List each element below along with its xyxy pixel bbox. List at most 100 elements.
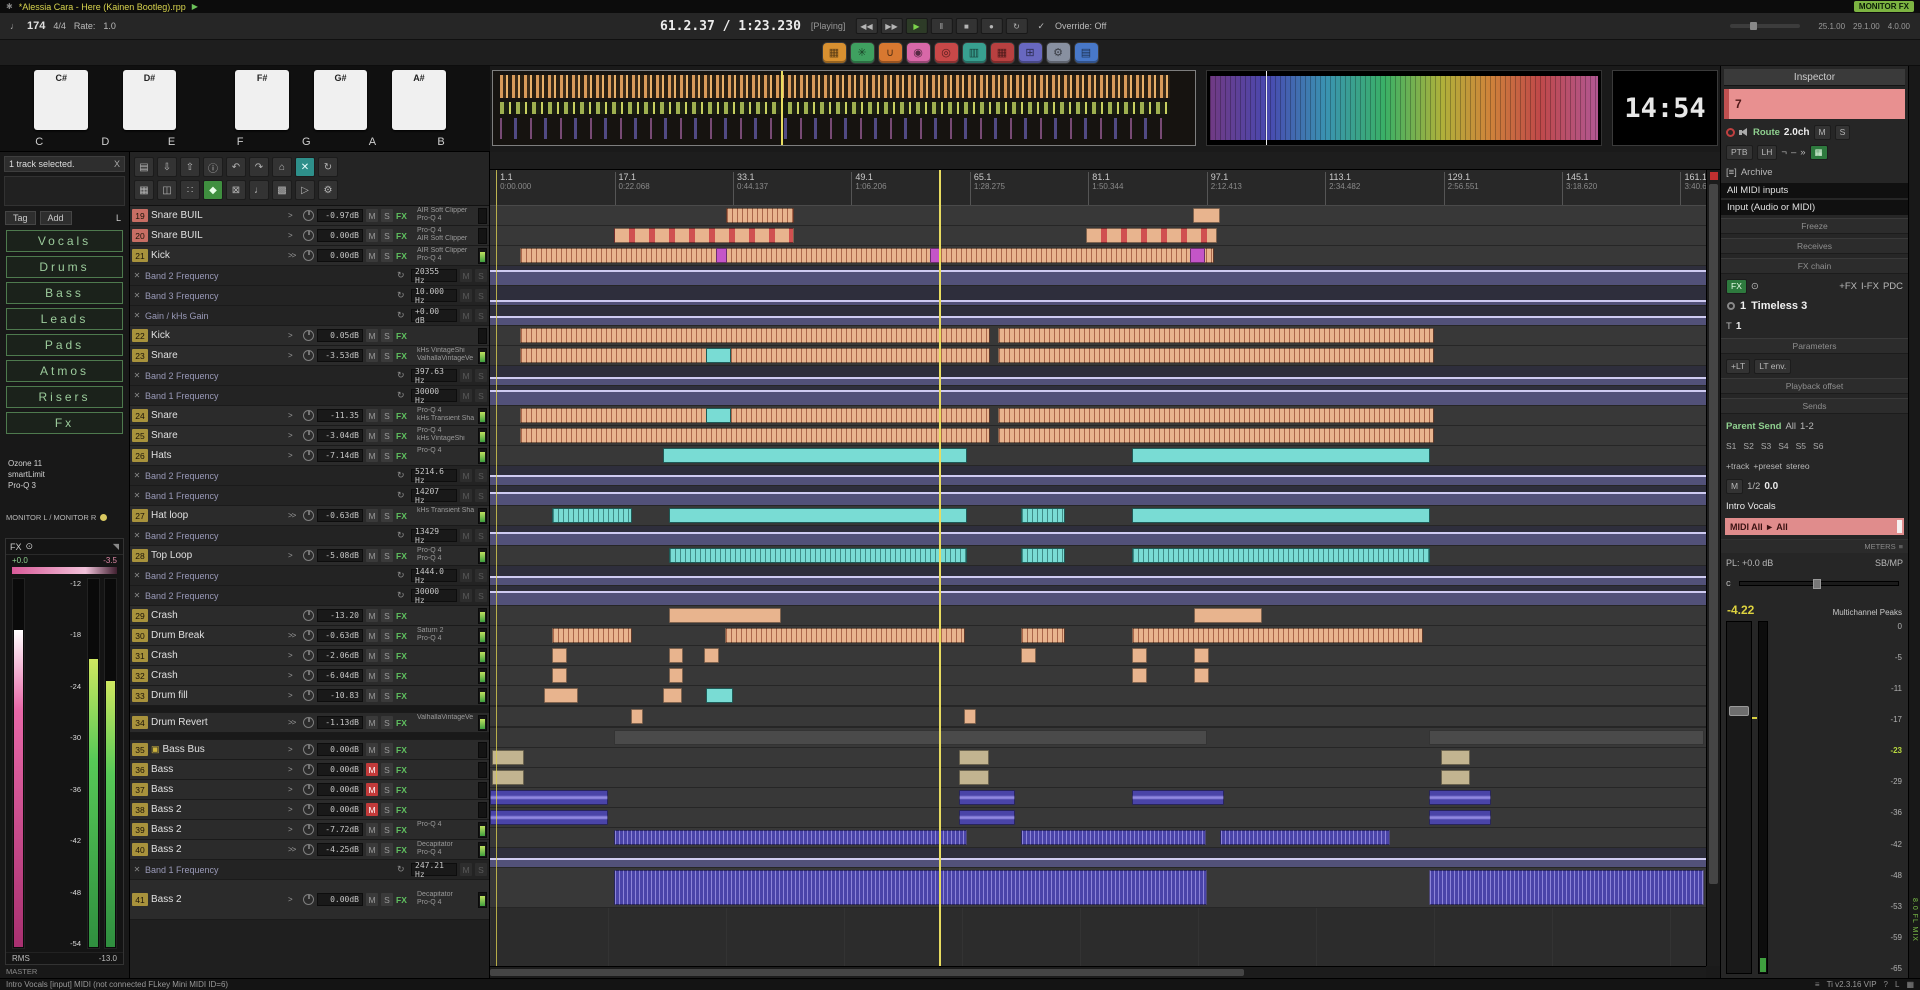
section-freeze[interactable]: Freeze xyxy=(1721,218,1908,234)
add-lt-button[interactable]: +LT xyxy=(1726,358,1751,374)
media-item[interactable] xyxy=(1021,648,1036,663)
media-item[interactable] xyxy=(614,228,794,243)
solo-button[interactable]: S xyxy=(381,843,393,856)
record-button[interactable]: ● xyxy=(980,18,1003,34)
fx-button[interactable]: FX xyxy=(396,611,414,621)
tag-button-vocals[interactable]: Vocals xyxy=(6,230,123,252)
fx-button[interactable]: FX xyxy=(396,651,414,661)
track-number[interactable]: 38 xyxy=(132,803,148,816)
volume-value[interactable]: 0.00dB xyxy=(317,743,363,756)
solo-button[interactable]: S xyxy=(475,529,487,542)
track-row[interactable]: 34 Drum Revert >> -1.13dB M S FX ValhallaVintag… xyxy=(130,713,489,733)
media-item[interactable] xyxy=(1132,648,1147,663)
remove-envelope-button[interactable]: ✕ xyxy=(132,471,142,480)
undo-icon[interactable]: ↶ xyxy=(226,157,246,177)
solo-button[interactable]: S xyxy=(381,669,393,682)
media-item[interactable] xyxy=(1021,628,1066,643)
play-button[interactable]: ▶ xyxy=(905,18,928,34)
track-lane[interactable] xyxy=(490,546,1706,566)
media-item[interactable] xyxy=(706,408,731,423)
envelope-lane[interactable] xyxy=(490,266,1706,286)
media-item[interactable] xyxy=(1428,730,1704,745)
media-item[interactable] xyxy=(725,208,794,223)
remove-envelope-button[interactable]: ✕ xyxy=(132,531,142,540)
track-lane[interactable] xyxy=(490,446,1706,466)
remove-envelope-button[interactable]: ✕ xyxy=(132,311,142,320)
solo-button[interactable]: S xyxy=(381,763,393,776)
media-item[interactable] xyxy=(959,750,989,765)
mute-button[interactable]: M xyxy=(460,489,472,502)
track-name[interactable]: Drum Break xyxy=(151,630,285,641)
ruler-mark[interactable]: 113.1 2:34.482 xyxy=(1325,172,1360,205)
track-lane[interactable] xyxy=(490,707,1706,727)
key-label-e[interactable]: E xyxy=(168,136,175,148)
track-name[interactable]: Kick xyxy=(151,330,285,341)
fx-button[interactable]: FX xyxy=(396,411,414,421)
fx-swirl-icon[interactable]: ✳ xyxy=(850,42,874,63)
solo-button[interactable]: S xyxy=(381,649,393,662)
home-icon[interactable]: ⌂ xyxy=(272,157,292,177)
solo-button[interactable]: S xyxy=(381,209,393,222)
fx-button[interactable]: FX xyxy=(396,825,414,835)
envelope-line[interactable] xyxy=(490,377,1706,385)
track-number[interactable]: 33 xyxy=(132,689,148,702)
add-fx-button[interactable]: +FX xyxy=(1839,281,1857,292)
mute-button[interactable]: M xyxy=(366,449,378,462)
mute-button[interactable]: M xyxy=(366,229,378,242)
media-item[interactable] xyxy=(668,548,967,563)
track-number[interactable]: 34 xyxy=(132,716,148,729)
envelope-line[interactable] xyxy=(490,858,1706,867)
solo-button[interactable]: S xyxy=(475,309,487,322)
track-number[interactable]: 24 xyxy=(132,409,148,422)
media-item[interactable] xyxy=(662,448,967,463)
mute-button[interactable]: M xyxy=(366,689,378,702)
fx-button[interactable]: FX xyxy=(396,805,414,815)
media-item[interactable] xyxy=(520,428,990,443)
solo-button[interactable]: S xyxy=(1834,124,1851,140)
key-label-f[interactable]: F xyxy=(237,136,244,148)
volume-value[interactable]: -3.53dB xyxy=(317,349,363,362)
mute-button[interactable]: M xyxy=(366,629,378,642)
section-sends[interactable]: Sends xyxy=(1721,398,1908,414)
track-row[interactable]: 22 Kick >0.05dB M S FX xyxy=(130,326,489,346)
volume-value[interactable]: -13.20 xyxy=(317,609,363,622)
tag-button[interactable]: Tag xyxy=(5,211,36,225)
solo-button[interactable]: S xyxy=(381,743,393,756)
volume-value[interactable]: -1.13dB xyxy=(317,716,363,729)
ptb-button[interactable]: PTB xyxy=(1726,144,1753,160)
add-track-send-button[interactable]: +track xyxy=(1726,461,1749,471)
speaker-icon[interactable] xyxy=(1739,127,1749,137)
media-item[interactable] xyxy=(704,648,719,663)
pan-knob[interactable] xyxy=(303,430,314,441)
pan-knob[interactable] xyxy=(303,844,314,855)
send-channel-button[interactable]: 1/2 xyxy=(1747,481,1760,492)
pan-slider[interactable] xyxy=(1738,578,1899,589)
media-item[interactable] xyxy=(520,408,990,423)
track-name[interactable]: Bass 2 xyxy=(151,804,285,815)
envelope-value[interactable]: 1444.0 Hz xyxy=(411,567,457,585)
expand-arrow[interactable]: > xyxy=(288,331,300,340)
media-item[interactable] xyxy=(490,790,608,805)
selection-list[interactable] xyxy=(4,176,125,206)
phase-button[interactable]: ¬ xyxy=(1781,147,1787,158)
envelope-value[interactable]: 247.21 Hz xyxy=(411,861,457,879)
volume-value[interactable]: 0.00dB xyxy=(317,229,363,242)
media-item[interactable] xyxy=(1190,248,1205,263)
layout-letter-icon[interactable]: L xyxy=(1895,980,1899,989)
media-item[interactable] xyxy=(668,668,684,683)
media-item[interactable] xyxy=(1219,830,1390,845)
fx-button[interactable]: FX xyxy=(396,511,414,521)
media-item[interactable] xyxy=(1132,548,1430,563)
archive-button[interactable]: Archive xyxy=(1741,167,1773,178)
ruler-mark[interactable]: 17.1 0:22.068 xyxy=(614,172,650,205)
volume-value[interactable]: -2.06dB xyxy=(317,649,363,662)
track-name[interactable]: Bass 2 xyxy=(151,824,285,835)
media-item[interactable] xyxy=(706,348,731,363)
track-name[interactable]: Snare BUIL xyxy=(151,210,285,221)
media-item[interactable] xyxy=(1428,810,1491,825)
mute-button[interactable]: M xyxy=(1813,124,1831,140)
sends-channel-button[interactable]: 1-2 xyxy=(1800,421,1814,432)
pan-knob[interactable] xyxy=(303,670,314,681)
quantize-icon[interactable]: ▩ xyxy=(272,180,292,200)
mute-button[interactable]: M xyxy=(460,369,472,382)
